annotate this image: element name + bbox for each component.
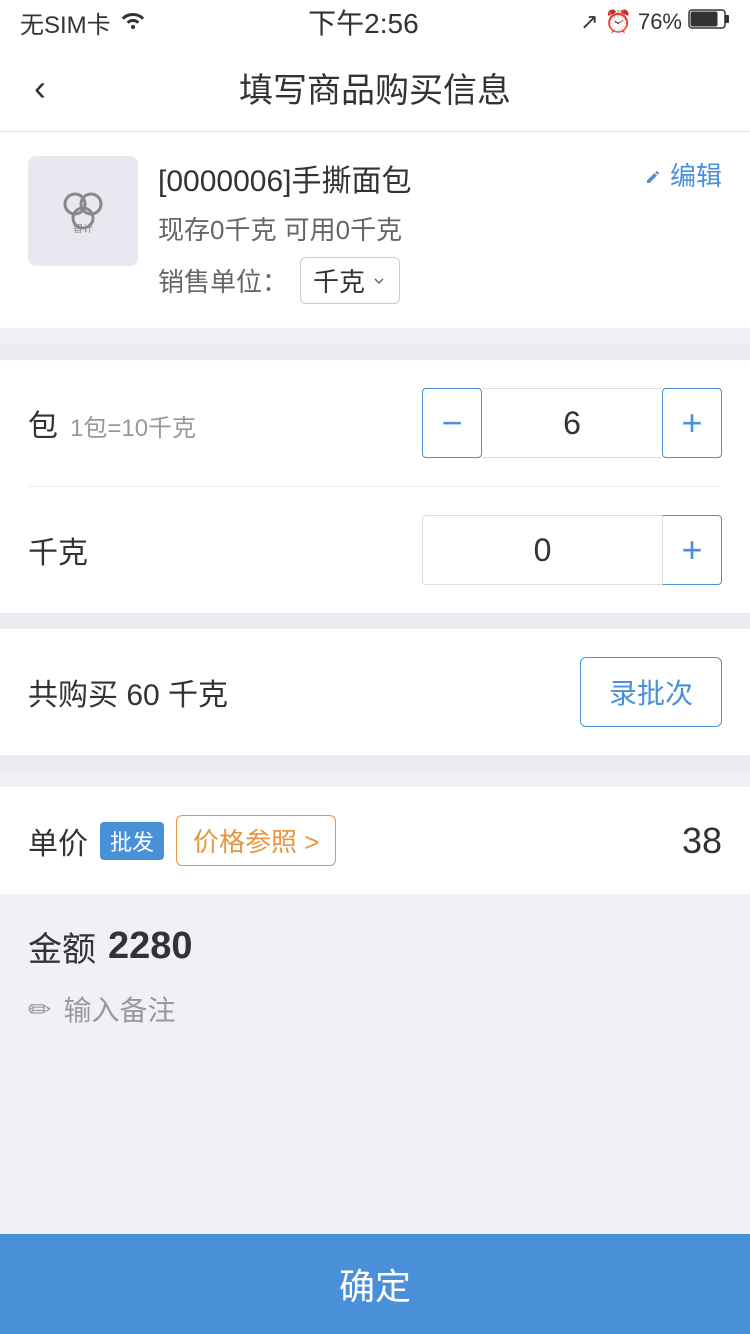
battery-icon <box>688 8 730 36</box>
summary-section: 共购买 60 千克 录批次 <box>0 629 750 755</box>
nav-bar: ‹ 填写商品购买信息 <box>0 44 750 132</box>
product-name: [0000006]手撕面包 <box>158 156 411 200</box>
bao-row: 包 1包=10千克 − + <box>28 360 722 487</box>
kg-row: 千克 + <box>28 487 722 613</box>
section-divider-2 <box>0 613 750 629</box>
price-label-area: 单价 批发 价格参照 > <box>28 815 336 866</box>
status-bar: 无SIM卡 下午2:56 ↗ ⏰ 76% <box>0 0 750 44</box>
kg-label-area: 千克 <box>28 528 88 572</box>
unit-select[interactable]: 千克 <box>300 257 400 304</box>
summary-text: 共购买 60 千克 <box>28 670 228 714</box>
bao-hint: 1包=10千克 <box>70 408 196 443</box>
remark-text: 输入备注 <box>63 989 175 1029</box>
bao-minus-button[interactable]: − <box>422 388 482 458</box>
status-right: ↗ ⏰ 76% <box>580 8 730 36</box>
product-stock: 现存0千克 可用0千克 <box>158 210 722 247</box>
price-value: 38 <box>682 820 722 862</box>
location-icon: ↗ <box>580 9 598 35</box>
product-unit-row: 销售单位： 千克 <box>158 257 722 304</box>
remark-row[interactable]: ✏ 输入备注 <box>28 989 722 1029</box>
bao-input[interactable] <box>482 388 662 458</box>
battery-text: 76% <box>638 9 682 35</box>
svg-text:智计: 智计 <box>73 222 93 235</box>
kg-control: + <box>422 515 722 585</box>
input-section: 包 1包=10千克 − + 千克 + <box>0 360 750 613</box>
bao-label-area: 包 1包=10千克 <box>28 401 196 445</box>
bao-label: 包 <box>28 401 58 445</box>
product-card: 智计 [0000006]手撕面包 编辑 现存0千克 可用0千克 销售单位： 千克 <box>0 132 750 328</box>
kg-label: 千克 <box>28 528 88 572</box>
bao-control: − + <box>422 388 722 458</box>
status-left: 无SIM卡 <box>20 5 147 40</box>
amount-label: 金额 <box>28 922 96 971</box>
page-title: 填写商品购买信息 <box>239 63 511 112</box>
product-info: [0000006]手撕面包 编辑 现存0千克 可用0千克 销售单位： 千克 <box>158 156 722 304</box>
price-label: 单价 <box>28 819 88 863</box>
price-ref-button[interactable]: 价格参照 > <box>176 815 336 866</box>
section-divider-3 <box>0 755 750 771</box>
pencil-icon: ✏ <box>28 993 51 1026</box>
section-divider-1 <box>0 344 750 360</box>
kg-plus-button[interactable]: + <box>662 515 722 585</box>
unit-label: 销售单位： <box>158 262 288 299</box>
bao-plus-button[interactable]: + <box>662 388 722 458</box>
status-time: 下午2:56 <box>308 2 419 42</box>
wifi-icon <box>119 8 147 36</box>
carrier-text: 无SIM卡 <box>20 5 111 40</box>
amount-value: 2280 <box>108 925 193 968</box>
edit-link[interactable]: 编辑 <box>644 156 722 193</box>
amount-row: 金额 2280 <box>28 922 722 971</box>
alarm-icon: ⏰ <box>605 9 632 35</box>
kg-input[interactable] <box>422 515 662 585</box>
price-section: 单价 批发 价格参照 > 38 <box>0 787 750 894</box>
bottom-space <box>0 1057 750 1177</box>
price-row: 单价 批发 价格参照 > 38 <box>28 815 722 866</box>
record-batch-button[interactable]: 录批次 <box>580 657 722 727</box>
product-thumbnail: 智计 <box>28 156 138 266</box>
back-button[interactable]: ‹ <box>24 57 56 119</box>
pifa-badge: 批发 <box>100 822 164 860</box>
amount-section: 金额 2280 ✏ 输入备注 <box>0 894 750 1057</box>
confirm-button[interactable]: 确定 <box>0 1234 750 1334</box>
